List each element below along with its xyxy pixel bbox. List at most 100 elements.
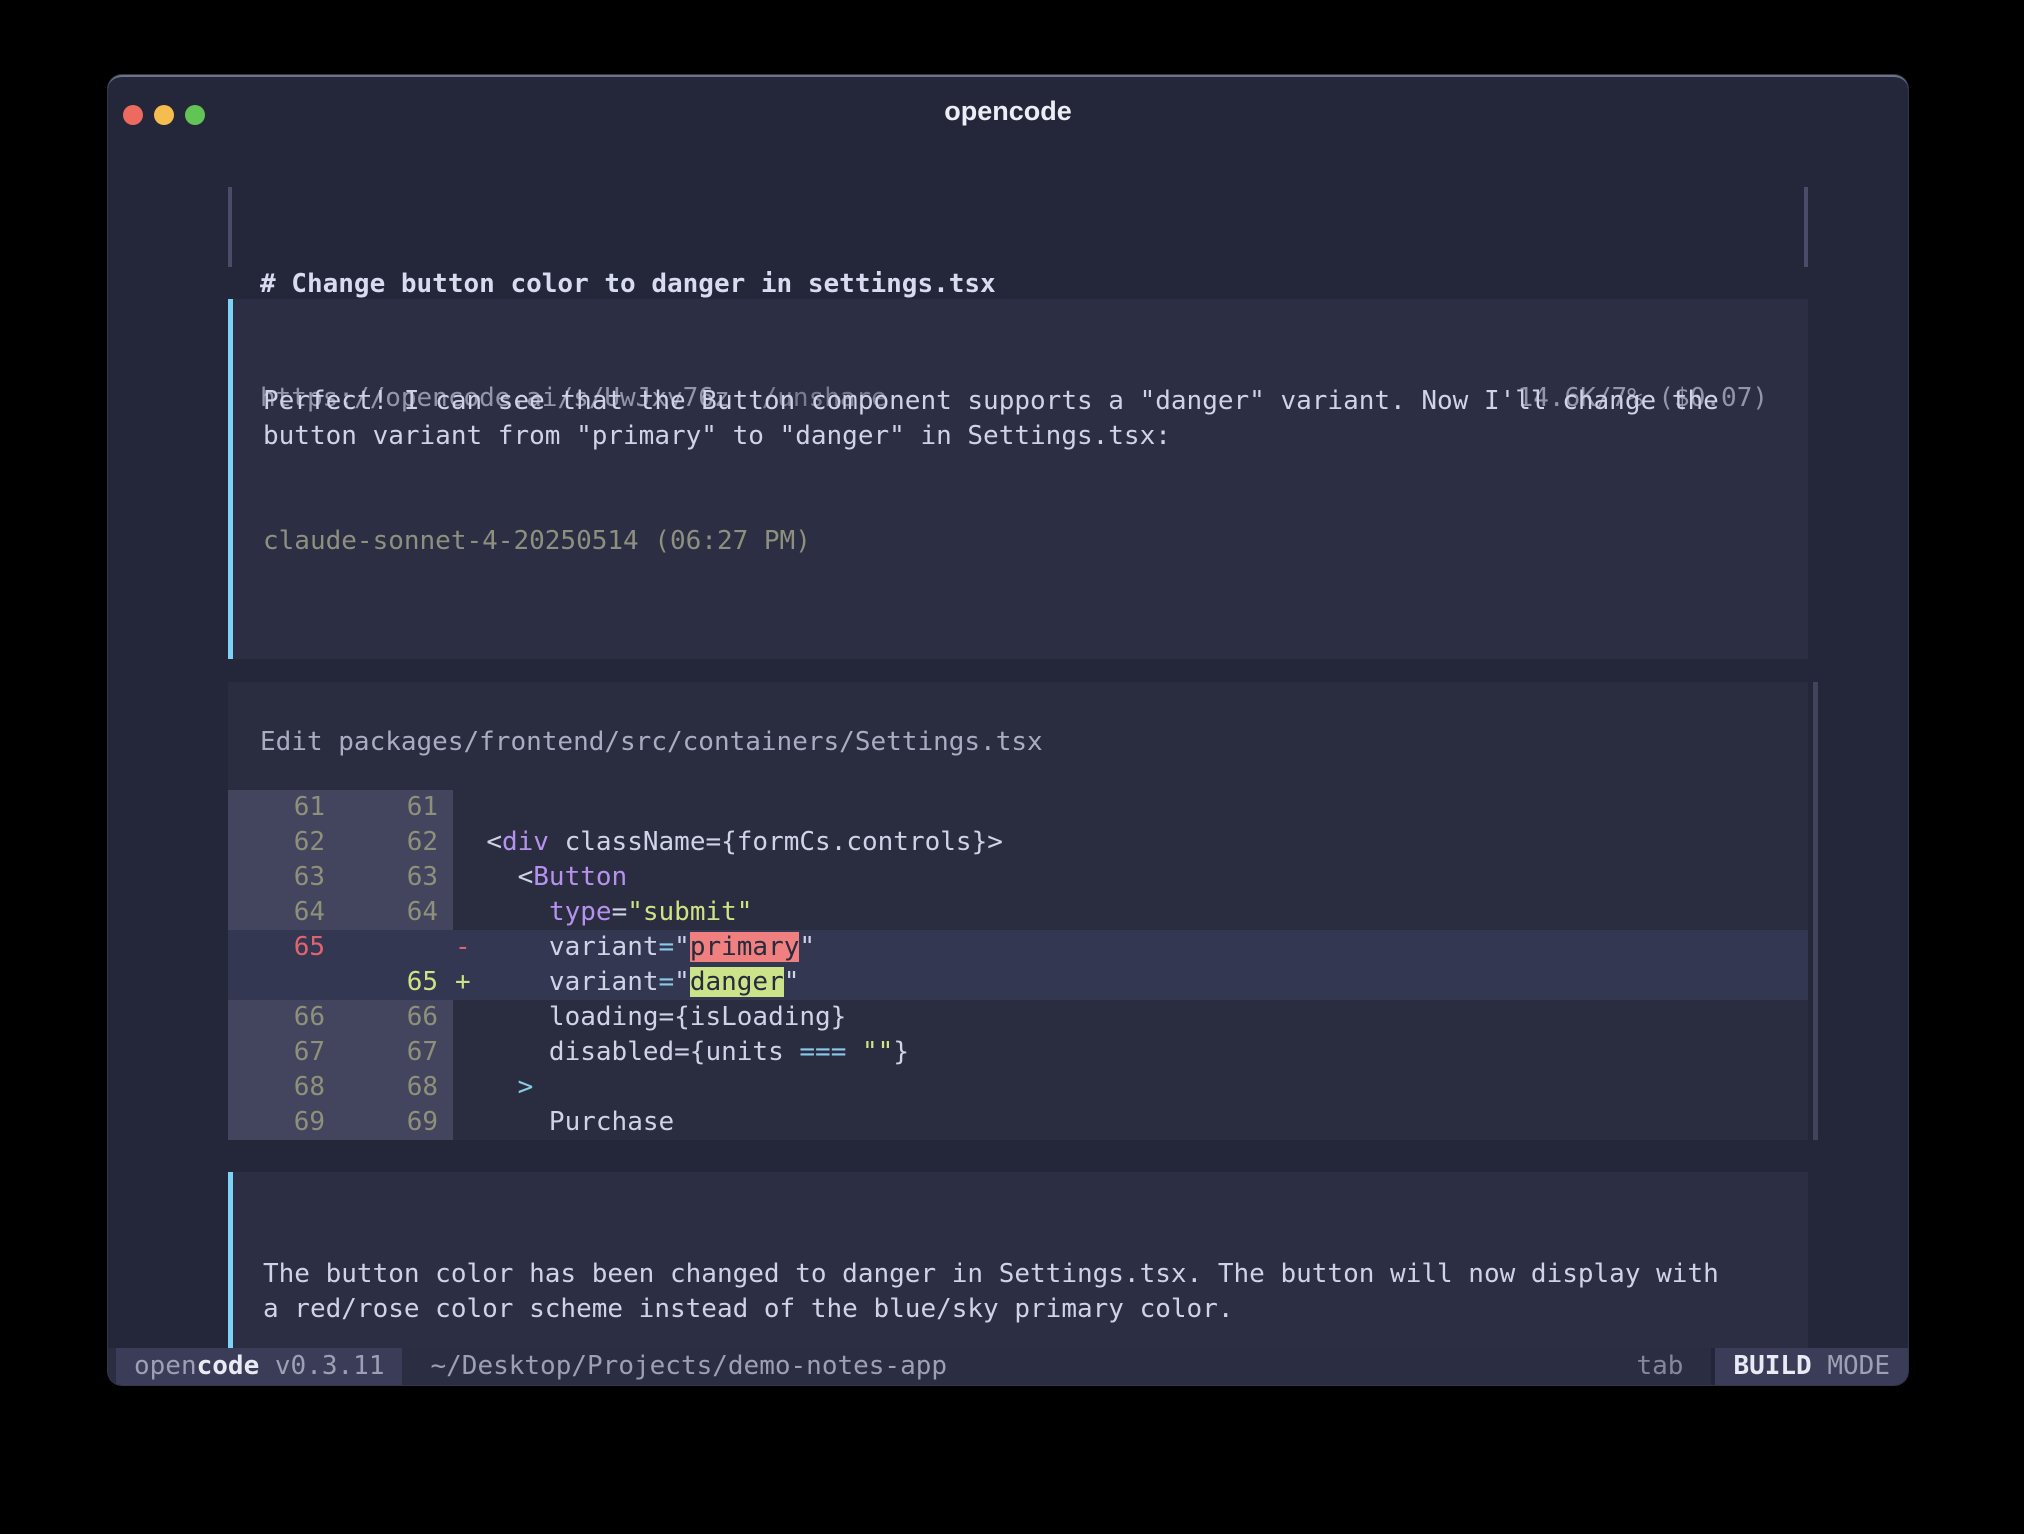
diff-row: 6969 Purchase	[228, 1105, 1808, 1140]
code-token: }	[893, 1037, 909, 1067]
code-line: - variant="primary"	[453, 930, 1808, 965]
line-number-new: 63	[340, 860, 453, 895]
mode-build-label: BUILD	[1733, 1351, 1811, 1381]
code-token: div	[502, 827, 549, 857]
titlebar: opencode	[108, 77, 1908, 137]
line-number-old	[228, 965, 340, 1000]
line-number-old: 66	[228, 1000, 340, 1035]
line-number-old: 69	[228, 1105, 340, 1140]
terminal-content: # Change button color to danger in setti…	[108, 187, 1908, 1385]
line-number-new: 62	[340, 825, 453, 860]
diff-row: 6666 loading={isLoading}	[228, 1000, 1808, 1035]
diff-row: 6262 <div className={formCs.controls}>	[228, 825, 1808, 860]
brand-code: code	[197, 1351, 260, 1381]
diff-row: 6363 <Button	[228, 860, 1808, 895]
window-title: opencode	[108, 77, 1908, 137]
message-text-line: The button color has been changed to dan…	[263, 1257, 1778, 1292]
line-number-new: 65	[340, 965, 453, 1000]
code-token: ""	[862, 1037, 893, 1067]
status-bar: opencode v0.3.11 ~/Desktop/Projects/demo…	[108, 1348, 1908, 1385]
code-token: >	[518, 1072, 534, 1102]
diff-row: 6161	[228, 790, 1808, 825]
code-token: Button	[533, 862, 627, 892]
line-number-new: 67	[340, 1035, 453, 1070]
diff-marker	[455, 792, 486, 822]
code-token	[486, 897, 549, 927]
edit-tool-block: Edit packages/frontend/src/containers/Se…	[228, 682, 1808, 1140]
code-token: "submit"	[627, 897, 752, 927]
app-version: v0.3.11	[259, 1351, 384, 1381]
diff-marker	[455, 1037, 486, 1067]
code-line: + variant="danger"	[453, 965, 1808, 1000]
line-number-old: 68	[228, 1070, 340, 1105]
message-text-line: a red/rose color scheme instead of the b…	[263, 1292, 1778, 1327]
mode-segment[interactable]: BUILD MODE	[1715, 1348, 1908, 1385]
diff-marker	[455, 862, 486, 892]
line-number-new	[340, 930, 453, 965]
diff-marker	[455, 827, 486, 857]
code-token: "	[674, 967, 690, 997]
code-token: danger	[690, 967, 784, 997]
code-line: >	[453, 1070, 1808, 1105]
message-text-line: button variant from "primary" to "danger…	[263, 419, 1778, 454]
diff-marker	[455, 897, 486, 927]
code-token: primary	[690, 932, 800, 962]
edit-block-scrollbar[interactable]	[1813, 682, 1818, 1140]
line-number-old: 65	[228, 930, 340, 965]
session-header: # Change button color to danger in setti…	[228, 187, 1808, 267]
code-token: "	[674, 932, 690, 962]
message-lines: The button color has been changed to dan…	[263, 1257, 1778, 1327]
code-token: "	[784, 967, 800, 997]
edit-tool-title: Edit packages/frontend/src/containers/Se…	[228, 682, 1808, 790]
code-token: =	[659, 967, 675, 997]
diff-marker	[455, 1072, 486, 1102]
code-token: =	[612, 897, 628, 927]
opencode-terminal-window: opencode # Change button color to danger…	[108, 75, 1908, 1385]
assistant-message: Perfect! I can see that the Button compo…	[228, 299, 1808, 659]
code-token	[486, 1072, 517, 1102]
line-number-new: 61	[340, 790, 453, 825]
line-number-new: 68	[340, 1070, 453, 1105]
message-lines: Perfect! I can see that the Button compo…	[263, 384, 1778, 454]
mode-word-label: MODE	[1812, 1351, 1890, 1381]
code-token: "	[799, 932, 815, 962]
diff-row: 65+ variant="danger"	[228, 965, 1808, 1000]
line-number-new: 69	[340, 1105, 453, 1140]
code-token: variant	[486, 932, 658, 962]
code-token: loading={isLoading}	[486, 1002, 846, 1032]
diff-row: 6464 type="submit"	[228, 895, 1808, 930]
code-token: Purchase	[486, 1107, 674, 1137]
code-token: ===	[799, 1037, 846, 1067]
code-line: <Button	[453, 860, 1808, 895]
diff-marker: +	[455, 967, 486, 997]
code-line	[453, 790, 1808, 825]
line-number-old: 63	[228, 860, 340, 895]
code-line: disabled={units === ""}	[453, 1035, 1808, 1070]
message-model-timestamp: claude-sonnet-4-20250514 (06:27 PM)	[263, 524, 1778, 559]
diff-marker	[455, 1107, 486, 1137]
line-number-old: 61	[228, 790, 340, 825]
statusbar-spacer	[947, 1348, 1636, 1385]
line-number-new: 64	[340, 895, 453, 930]
tab-key-hint[interactable]: tab	[1636, 1348, 1683, 1385]
app-version-segment: opencode v0.3.11	[116, 1348, 402, 1385]
code-token: disabled={units	[486, 1037, 799, 1067]
code-line: Purchase	[453, 1105, 1808, 1140]
code-token: className={formCs.controls}>	[549, 827, 1003, 857]
diff-row: 6767 disabled={units === ""}	[228, 1035, 1808, 1070]
brand-open: open	[134, 1351, 197, 1381]
session-title: # Change button color to danger in setti…	[260, 265, 1768, 303]
diff-view: 6161 6262 <div className={formCs.control…	[228, 790, 1808, 1140]
message-text-line: Perfect! I can see that the Button compo…	[263, 384, 1778, 419]
working-directory-path: ~/Desktop/Projects/demo-notes-app	[430, 1348, 947, 1385]
code-token: <	[486, 827, 502, 857]
code-token: variant	[486, 967, 658, 997]
diff-marker: -	[455, 932, 486, 962]
line-number-old: 64	[228, 895, 340, 930]
diff-row: 6868 >	[228, 1070, 1808, 1105]
line-number-old: 67	[228, 1035, 340, 1070]
line-number-new: 66	[340, 1000, 453, 1035]
diff-marker	[455, 1002, 486, 1032]
line-number-old: 62	[228, 825, 340, 860]
code-token: type	[549, 897, 612, 927]
